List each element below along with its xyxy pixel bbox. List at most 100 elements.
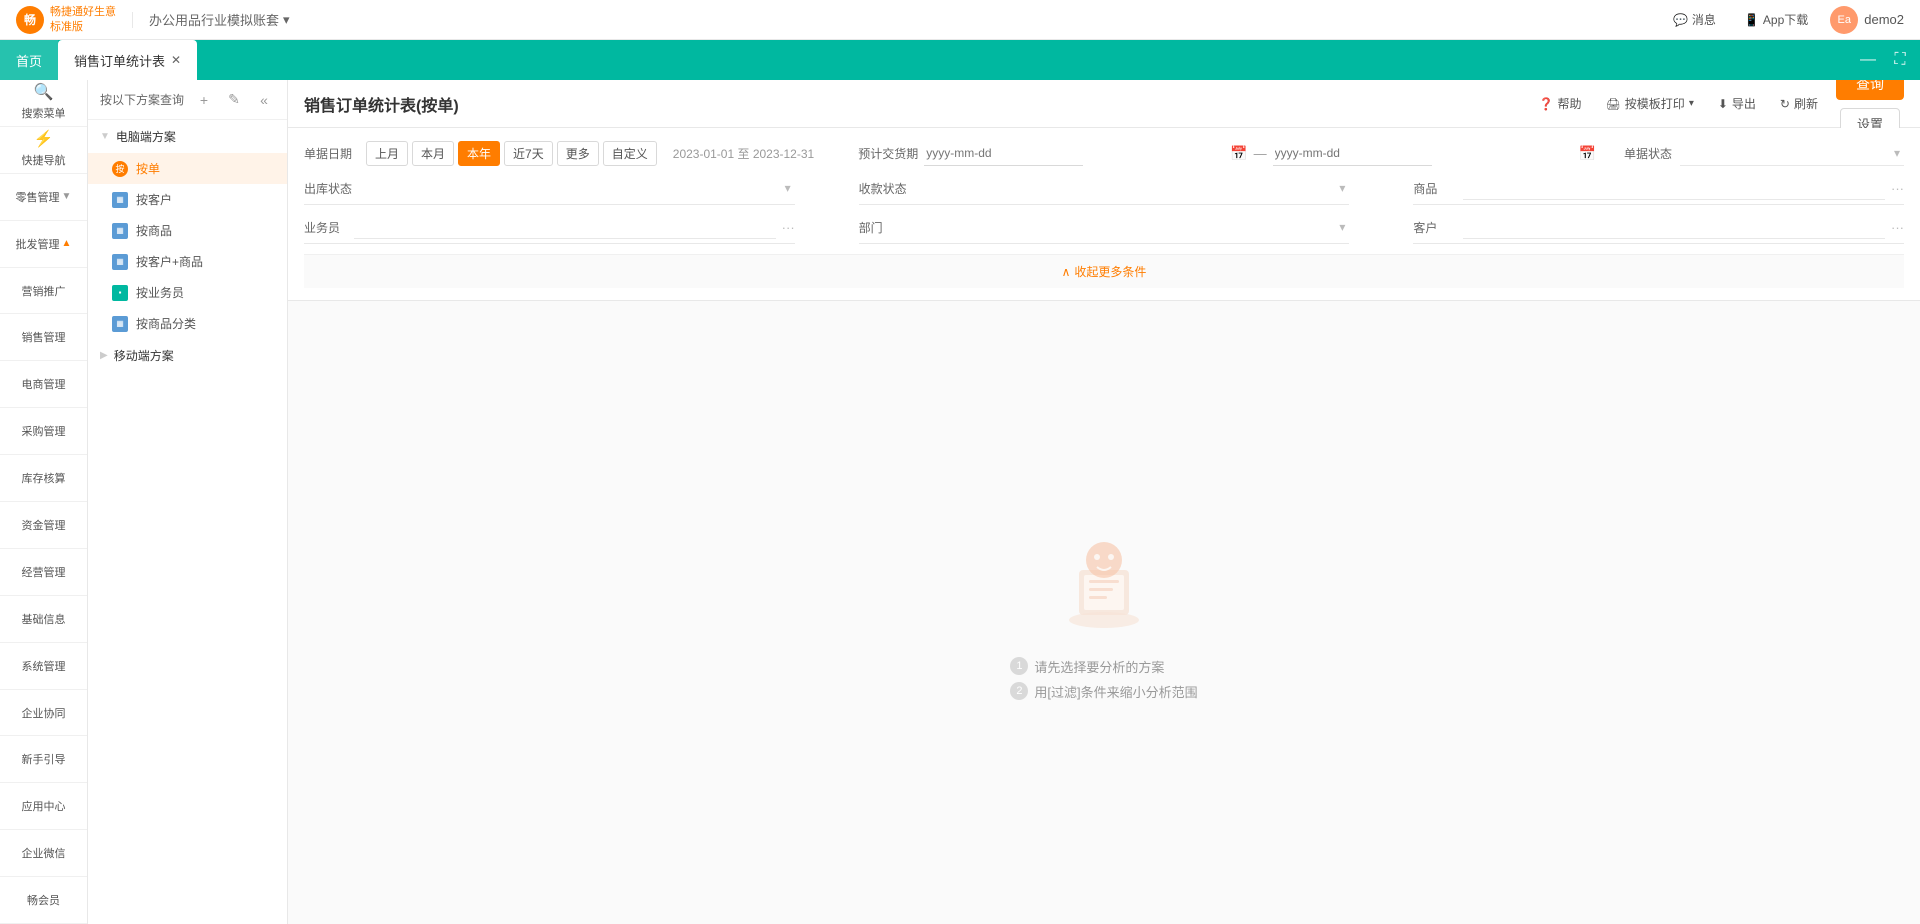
date-btn-this-year[interactable]: 本年 — [458, 141, 500, 166]
sidebar-item-purchase-mgmt[interactable]: 采购管理 — [0, 408, 87, 455]
sidebar-item-enterprise-wechat[interactable]: 企业微信 — [0, 830, 87, 877]
expected-date-from-wrap — [924, 140, 1224, 166]
tab-close-icon[interactable]: ✕ — [171, 53, 181, 67]
empty-state: 1 请先选择要分析的方案 2 用[过滤]条件来缩小分析范围 — [288, 301, 1920, 924]
customer-dots[interactable]: ··· — [1891, 220, 1904, 235]
user-area[interactable]: Ea demo2 — [1830, 6, 1904, 34]
expected-date-to-wrap — [1273, 140, 1573, 166]
salesperson-label: 业务员 — [304, 219, 348, 236]
scheme-edit-btn[interactable]: ✎ — [223, 89, 245, 111]
scheme-item-by-cust-prod[interactable]: ▦ 按客户+商品 — [88, 246, 287, 277]
department-cell: 部门 ▾ — [859, 215, 1350, 244]
salesperson-cell: 业务员 ··· — [304, 215, 795, 244]
salesperson-dots[interactable]: ··· — [782, 220, 795, 235]
breadcrumb[interactable]: 办公用品行业模拟账套 ▾ — [149, 10, 290, 29]
app-download-btn[interactable]: 📱 App下载 — [1738, 7, 1814, 32]
scheme-collapse-btn[interactable]: « — [253, 89, 275, 111]
top-bar-right: 💬 消息 📱 App下载 Ea demo2 — [1667, 6, 1904, 34]
user-avatar: Ea — [1830, 6, 1858, 34]
date-btn-more[interactable]: 更多 — [557, 141, 599, 166]
tab-bar: 首页 销售订单统计表 ✕ — ⛶ — [0, 40, 1920, 80]
content-area: 按以下方案查询 + ✎ « ▼ 电脑端方案 按 按单 ▦ 按客户 ▦ 按商品 — [88, 80, 1920, 924]
sidebar-item-ops-mgmt[interactable]: 经营管理 — [0, 549, 87, 596]
payment-status-cell: 收款状态 ▾ — [859, 176, 1350, 205]
empty-hint-1: 1 请先选择要分析的方案 — [1010, 657, 1197, 676]
scheme-group-mobile[interactable]: ▶ 移动端方案 — [88, 339, 287, 372]
page-title: 销售订单统计表(按单) — [304, 92, 459, 116]
empty-hint-2: 2 用[过滤]条件来缩小分析范围 — [1010, 682, 1197, 701]
tab-bar-actions: — ⛶ — [1856, 48, 1920, 72]
date-btn-custom[interactable]: 自定义 — [603, 141, 657, 166]
sidebar-item-retail-mgmt[interactable]: 零售管理 ▼ — [0, 174, 87, 221]
tab-home[interactable]: 首页 — [0, 40, 58, 80]
bill-status-label: 单据状态 — [1624, 145, 1674, 162]
sidebar-item-sys-mgmt[interactable]: 系统管理 — [0, 643, 87, 690]
sidebar-item-search-menu[interactable]: 🔍 搜索菜单 — [0, 80, 87, 127]
sidebar-item-inventory[interactable]: 库存核算 — [0, 455, 87, 502]
date-btn-last-7[interactable]: 近7天 — [504, 141, 553, 166]
print-btn[interactable]: 🖨 按模板打印 ▾ — [1600, 91, 1700, 116]
calendar-to-icon[interactable]: 📅 — [1579, 145, 1596, 162]
payment-status-label: 收款状态 — [859, 180, 907, 197]
customer-input[interactable] — [1463, 215, 1885, 239]
product-input[interactable] — [1463, 176, 1885, 200]
scheme-item-by-salesperson[interactable]: ▪ 按业务员 — [88, 277, 287, 308]
filter-area: 单据日期 上月 本月 本年 近7天 更多 自定义 2023-01-01 至 20… — [288, 128, 1920, 301]
by-customer-icon: ▦ — [112, 192, 128, 208]
expected-date-to-input[interactable] — [1273, 140, 1432, 166]
scheme-item-by-category[interactable]: ▦ 按商品分类 — [88, 308, 287, 339]
by-category-icon: ▦ — [112, 316, 128, 332]
export-btn[interactable]: ⬇ 导出 — [1712, 91, 1762, 116]
date-btn-this-month[interactable]: 本月 — [412, 141, 454, 166]
bill-status-select[interactable] — [1680, 141, 1904, 165]
salesperson-input[interactable] — [354, 215, 776, 239]
customer-cell: 客户 ··· — [1413, 215, 1904, 244]
ship-status-cell: 出库状态 ▾ — [304, 176, 795, 205]
tab-maximize-btn[interactable]: ⛶ — [1888, 48, 1912, 72]
ship-status-label: 出库状态 — [304, 180, 352, 197]
sidebar-item-quick-nav[interactable]: ⚡ 快捷导航 — [0, 127, 87, 174]
sidebar-item-finance-mgmt[interactable]: 资金管理 — [0, 502, 87, 549]
sidebar-item-enterprise-collab[interactable]: 企业协同 — [0, 690, 87, 737]
sidebar-item-app-center[interactable]: 应用中心 — [0, 783, 87, 830]
filter-row-3: 业务员 ··· 部门 ▾ — [304, 215, 1904, 244]
date-btn-last-month[interactable]: 上月 — [366, 141, 408, 166]
messages-btn[interactable]: 💬 消息 — [1667, 7, 1722, 32]
collapse-bar[interactable]: ∧ 收起更多条件 — [304, 254, 1904, 288]
sidebar-item-new-guide[interactable]: 新手引导 — [0, 736, 87, 783]
sidebar-item-basic-info[interactable]: 基础信息 — [0, 596, 87, 643]
main-layout: 🔍 搜索菜单 ⚡ 快捷导航 零售管理 ▼ 批发管理 ▲ 营销推广 销售管理 电商… — [0, 80, 1920, 924]
logo-icon: 畅 — [16, 6, 44, 34]
sidebar-item-marketing[interactable]: 营销推广 — [0, 268, 87, 315]
product-dots[interactable]: ··· — [1891, 181, 1904, 196]
sidebar: 🔍 搜索菜单 ⚡ 快捷导航 零售管理 ▼ 批发管理 ▲ 营销推广 销售管理 电商… — [0, 80, 88, 924]
page-header: 销售订单统计表(按单) ❓ 帮助 🖨 按模板打印 ▾ ⬇ 导出 — [288, 80, 1920, 128]
scheme-add-btn[interactable]: + — [193, 89, 215, 111]
scheme-group-desktop[interactable]: ▼ 电脑端方案 — [88, 120, 287, 153]
by-cust-prod-icon: ▦ — [112, 254, 128, 270]
by-product-icon: ▦ — [112, 223, 128, 239]
sidebar-item-ecommerce-mgmt[interactable]: 电商管理 — [0, 361, 87, 408]
expected-date-label: 预计交货期 — [858, 145, 918, 162]
right-content: 销售订单统计表(按单) ❓ 帮助 🖨 按模板打印 ▾ ⬇ 导出 — [288, 80, 1920, 924]
sidebar-item-sales-mgmt[interactable]: 销售管理 — [0, 314, 87, 361]
date-btn-group: 上月 本月 本年 近7天 更多 自定义 — [366, 141, 657, 166]
top-bar: 畅 畅捷通好生意 标准版 办公用品行业模拟账套 ▾ 💬 消息 📱 App下载 E… — [0, 0, 1920, 40]
expected-date-from-input[interactable] — [924, 140, 1083, 166]
scheme-item-by-product[interactable]: ▦ 按商品 — [88, 215, 287, 246]
customer-label: 客户 — [1413, 219, 1457, 236]
refresh-btn[interactable]: ↻ 刷新 — [1774, 91, 1824, 116]
date-label: 单据日期 — [304, 145, 354, 162]
scheme-item-by-order[interactable]: 按 按单 — [88, 153, 287, 184]
sidebar-item-wholesale-mgmt[interactable]: 批发管理 ▲ — [0, 221, 87, 268]
quick-nav-icon: ⚡ — [34, 132, 54, 148]
filter-row-2: 出库状态 ▾ 收款状态 — [304, 176, 1904, 205]
sidebar-item-member[interactable]: 畅会员 — [0, 877, 87, 924]
scheme-item-by-customer[interactable]: ▦ 按客户 — [88, 184, 287, 215]
tab-minimize-btn[interactable]: — — [1856, 48, 1880, 72]
query-btn[interactable]: 查询 — [1836, 80, 1904, 100]
help-btn[interactable]: ❓ 帮助 — [1533, 91, 1588, 116]
tab-sales-order-stats[interactable]: 销售订单统计表 ✕ — [58, 40, 197, 80]
calendar-from-icon[interactable]: 📅 — [1230, 145, 1247, 162]
product-label: 商品 — [1413, 180, 1457, 197]
